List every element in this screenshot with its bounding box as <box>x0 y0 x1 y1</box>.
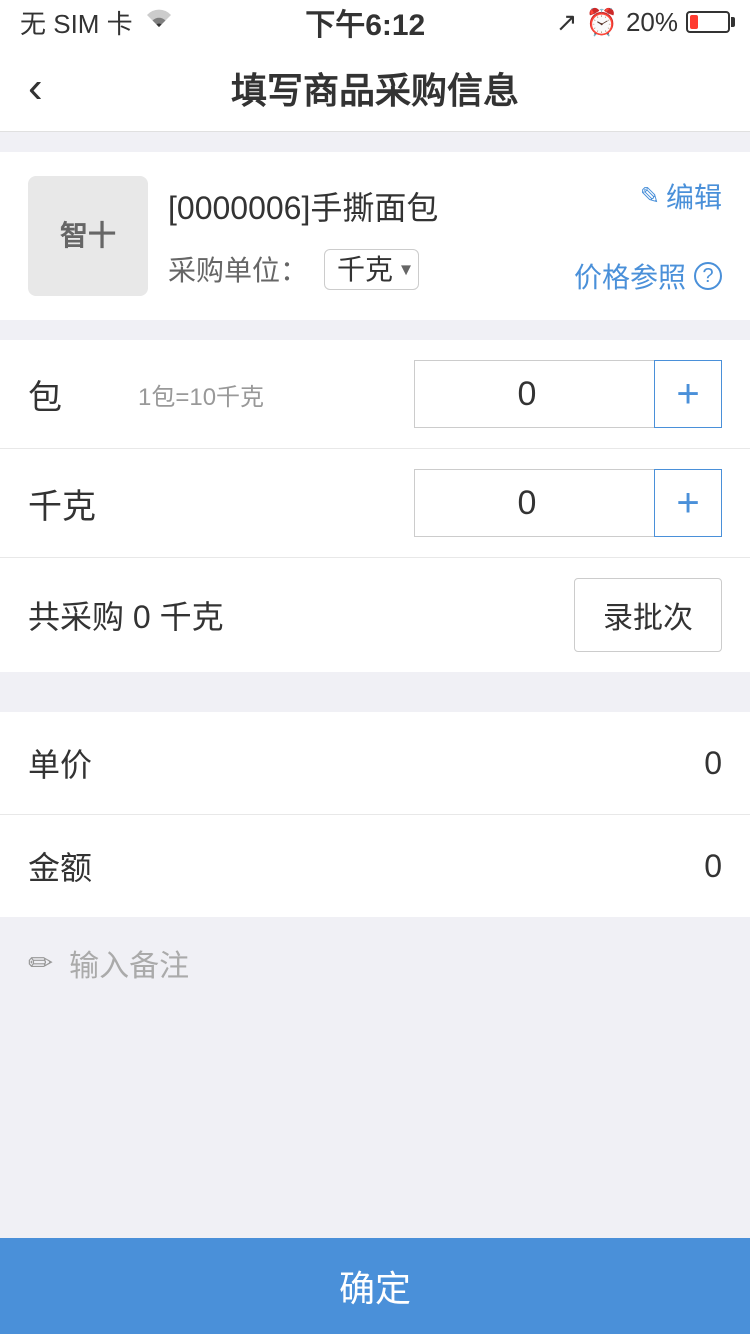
amount-value: 0 <box>704 848 722 885</box>
summary-text: 共采购 0 千克 <box>28 592 224 638</box>
amount-label: 金额 <box>28 843 92 889</box>
batch-button[interactable]: 录批次 <box>574 578 722 652</box>
bag-input-right: + <box>414 360 722 428</box>
unit-label: 采购单位： <box>168 249 308 289</box>
unit-price-label: 单价 <box>28 740 92 786</box>
summary-row: 共采购 0 千克 录批次 <box>0 557 750 672</box>
kg-input-row: 千克 + <box>0 449 750 557</box>
page-title: 填写商品采购信息 <box>231 62 519 114</box>
info-icon: ? <box>694 262 722 290</box>
bag-input-row: 包 1包=10千克 + <box>0 340 750 449</box>
kg-plus-button[interactable]: + <box>654 469 722 537</box>
alarm-icon: ⏰ <box>586 7 618 38</box>
remarks-section[interactable]: ✏ 输入备注 <box>0 917 750 1009</box>
edit-button[interactable]: ✎ 编辑 <box>640 176 722 216</box>
bag-plus-button[interactable]: + <box>654 360 722 428</box>
section-divider-1 <box>0 320 750 340</box>
unit-price-value: 0 <box>704 745 722 782</box>
unit-price-row: 单价 0 <box>0 712 750 815</box>
amount-row: 金额 0 <box>0 815 750 917</box>
wifi-icon <box>143 7 175 38</box>
pencil-icon: ✏ <box>28 946 53 981</box>
product-logo: 智十 <box>60 219 116 253</box>
unit-select-wrap[interactable]: 千克 包 <box>324 249 419 290</box>
confirm-button[interactable]: 确定 <box>0 1238 750 1334</box>
kg-label: 千克 <box>28 479 128 528</box>
product-image: 智十 <box>28 176 148 296</box>
price-ref-button[interactable]: 价格参照 ? <box>574 256 722 296</box>
status-bar: 无 SIM 卡 下午6:12 ↗ ⏰ 20% <box>0 0 750 44</box>
battery-percent: 20% <box>626 7 678 38</box>
location-icon: ↗ <box>556 7 578 38</box>
kg-input-right: + <box>414 469 722 537</box>
status-right: ↗ ⏰ 20% <box>556 7 730 38</box>
status-time: 下午6:12 <box>305 0 425 44</box>
bag-sublabel: 1包=10千克 <box>138 377 264 412</box>
bag-label: 包 <box>28 370 128 419</box>
sim-status: 无 SIM 卡 <box>20 4 133 41</box>
back-button[interactable]: ‹ <box>28 66 43 110</box>
input-section: 包 1包=10千克 + 千克 + <box>0 340 750 557</box>
status-left: 无 SIM 卡 <box>20 4 175 41</box>
remarks-placeholder: 输入备注 <box>69 941 189 985</box>
bag-quantity-input[interactable] <box>414 360 654 428</box>
product-card: 智十 [0000006]手撕面包 采购单位： 千克 包 ✎ 编辑 价格参照 ? <box>0 152 750 320</box>
edit-icon: ✎ <box>640 182 660 211</box>
kg-quantity-input[interactable] <box>414 469 654 537</box>
battery-icon <box>686 11 730 33</box>
section-divider-2 <box>0 672 750 692</box>
nav-bar: ‹ 填写商品采购信息 <box>0 44 750 132</box>
unit-select[interactable]: 千克 包 <box>324 249 419 290</box>
price-section: 单价 0 金额 0 <box>0 712 750 917</box>
